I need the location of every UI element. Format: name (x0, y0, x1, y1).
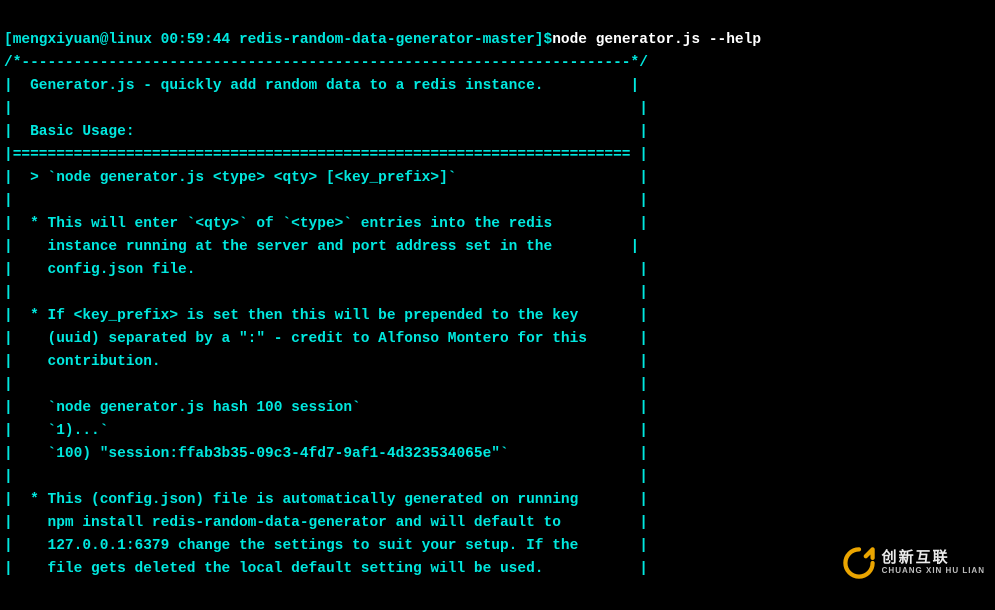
watermark-logo-icon (842, 546, 876, 580)
output-line: | config.json file. | (4, 259, 991, 282)
watermark-text-en: CHUANG XIN HU LIAN (882, 567, 985, 576)
watermark: 创新互联 CHUANG XIN HU LIAN (842, 546, 985, 580)
output-line: /*--------------------------------------… (4, 52, 991, 75)
output-line: | | (4, 98, 991, 121)
output-line: | npm install redis-random-data-generato… (4, 512, 991, 535)
output-line: | | (4, 282, 991, 305)
output-line: | > `node generator.js <type> <qty> [<ke… (4, 167, 991, 190)
output-line: | * This (config.json) file is automatic… (4, 489, 991, 512)
output-line: | | (4, 466, 991, 489)
shell-command: node generator.js --help (552, 32, 761, 48)
output-line: | contribution. | (4, 351, 991, 374)
output-line: | instance running at the server and por… (4, 236, 991, 259)
output-line: |=======================================… (4, 144, 991, 167)
output-line: | Generator.js - quickly add random data… (4, 75, 991, 98)
output-line: | (uuid) separated by a ":" - credit to … (4, 328, 991, 351)
output-line: | `1)...` | (4, 420, 991, 443)
output-line: | `100) "session:ffab3b35-09c3-4fd7-9af1… (4, 443, 991, 466)
output-line: | | (4, 190, 991, 213)
watermark-text-cn: 创新互联 (882, 550, 985, 567)
terminal-output[interactable]: [mengxiyuan@linux 00:59:44 redis-random-… (0, 0, 995, 610)
output-line: | Basic Usage: | (4, 121, 991, 144)
shell-prompt: [mengxiyuan@linux 00:59:44 redis-random-… (4, 32, 552, 48)
output-line: | * This will enter `<qty>` of `<type>` … (4, 213, 991, 236)
output-line: | `node generator.js hash 100 session` | (4, 397, 991, 420)
output-line: | | (4, 374, 991, 397)
output-line: | * If <key_prefix> is set then this wil… (4, 305, 991, 328)
